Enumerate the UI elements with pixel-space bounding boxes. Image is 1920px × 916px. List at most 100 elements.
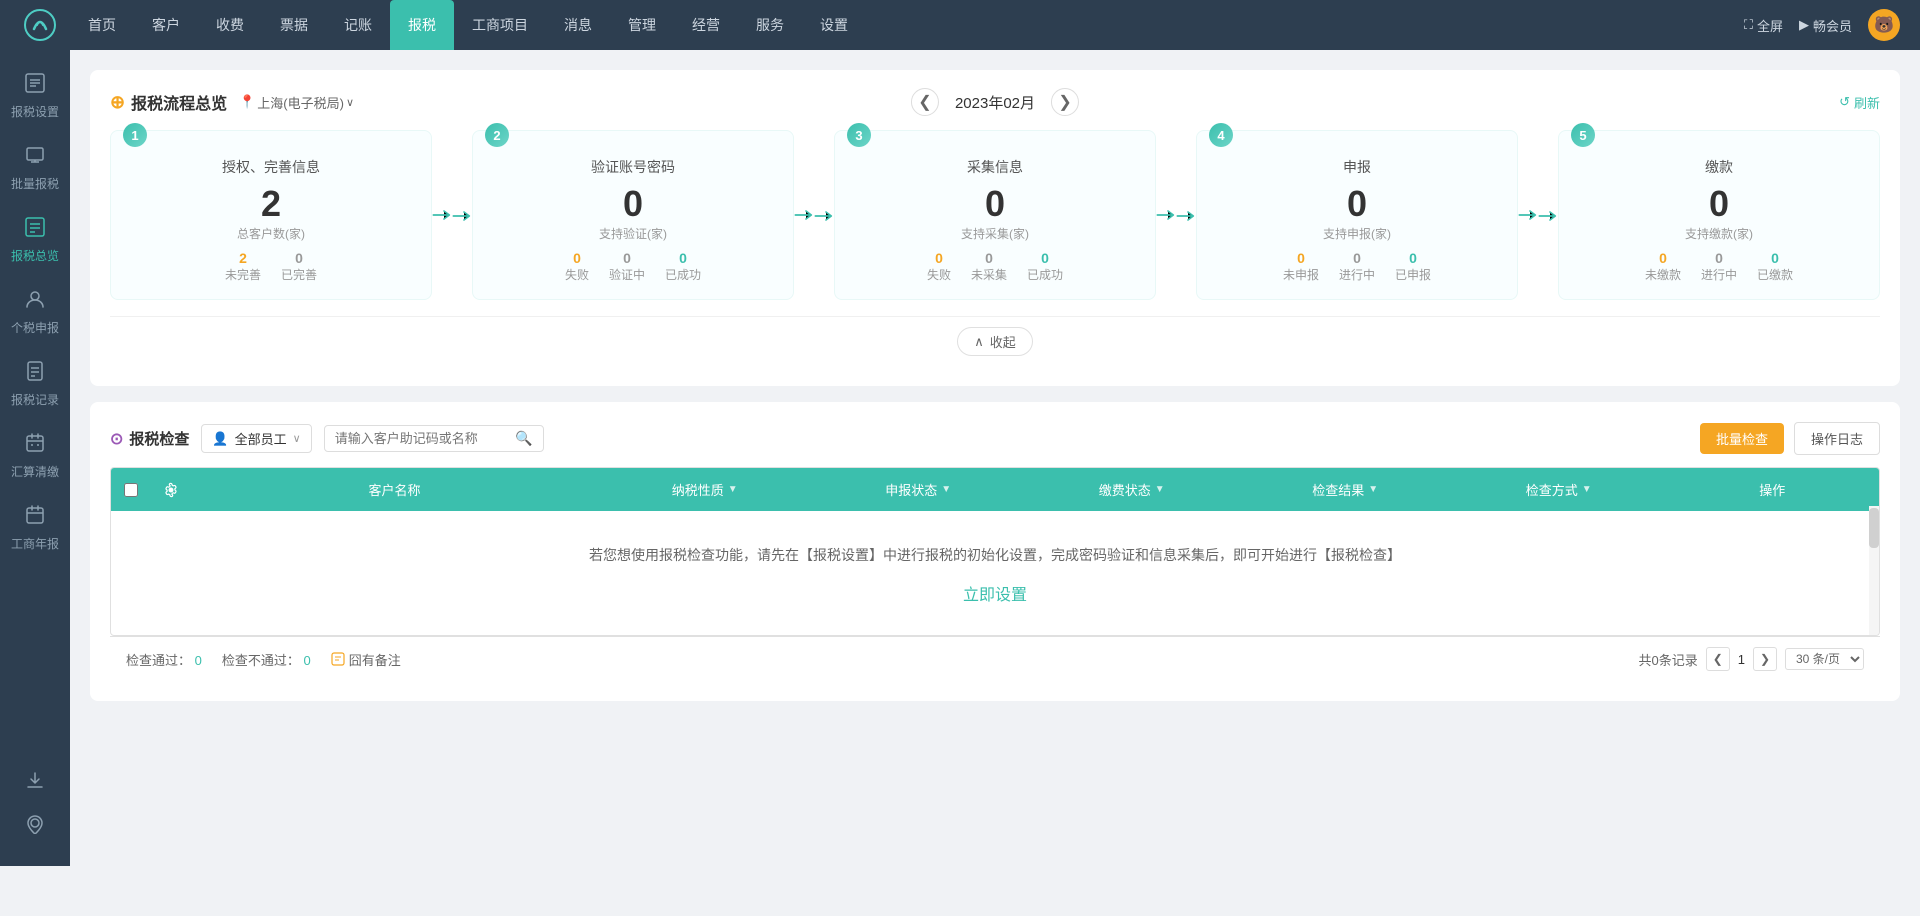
- clearance-icon: [24, 432, 46, 459]
- tax-record-icon: [24, 360, 46, 387]
- next-month-button[interactable]: ❯: [1051, 88, 1079, 116]
- filter-icon-2: ▼: [941, 484, 951, 495]
- employee-label: 全部员工: [235, 429, 287, 448]
- step-3-count: 0: [851, 183, 1139, 225]
- next-page-button[interactable]: ❯: [1753, 647, 1777, 671]
- step-3-val-0: 0: [935, 250, 943, 266]
- step-5-detail-1: 0 进行中: [1701, 250, 1737, 283]
- step-4-details: 0 未申报 0 进行中 0 已申报: [1213, 250, 1501, 283]
- search-input[interactable]: [335, 431, 516, 446]
- step-4-val-1: 0: [1353, 250, 1361, 266]
- th-checkbox[interactable]: [111, 468, 151, 511]
- nav-service[interactable]: 服务: [738, 0, 802, 50]
- setup-link[interactable]: 立即设置: [963, 587, 1027, 604]
- nav-bookkeeping[interactable]: 记账: [326, 0, 390, 50]
- sidebar-label-personal-tax: 个税申报: [11, 319, 59, 336]
- nav-operation[interactable]: 经营: [674, 0, 738, 50]
- sidebar-label-batch-tax: 批量报税: [11, 175, 59, 192]
- sidebar-item-tax-overview[interactable]: 报税总览: [0, 204, 70, 276]
- overview-header: ⊕ 报税流程总览 📍 上海(电子税局) ∨ ❮ 2023年02月 ❯ ↺ 刷新: [110, 90, 1880, 114]
- nav-tax[interactable]: 报税: [390, 0, 454, 50]
- dropdown-icon: ∨: [346, 96, 354, 109]
- flow-steps: 1 授权、完善信息 2 总客户数(家) 2 未完善 0 已完善: [110, 130, 1880, 300]
- refresh-button[interactable]: ↺ 刷新: [1839, 93, 1880, 112]
- nav-home[interactable]: 首页: [70, 0, 134, 50]
- batch-check-button[interactable]: 批量检查: [1700, 423, 1784, 454]
- nav-items: 首页 客户 收费 票据 记账 报税 工商项目 消息 管理 经营 服务 设置: [70, 0, 1744, 50]
- flow-step-2: 2 验证账号密码 0 支持验证(家) 0 失败 0 验证中 0 已成功: [472, 130, 794, 300]
- th-check-method[interactable]: 检查方式 ▼: [1452, 468, 1666, 511]
- tax-settings-icon: [24, 72, 46, 99]
- note-icon: [331, 652, 345, 666]
- flow-step-4: 4 申报 0 支持申报(家) 0 未申报 0 进行中 0 已申报: [1196, 130, 1518, 300]
- step-4-val-2: 0: [1409, 250, 1417, 266]
- top-right-actions: ⛶ 全屏 ▶ 畅会员 🐻: [1744, 9, 1920, 41]
- nav-message[interactable]: 消息: [546, 0, 610, 50]
- nav-settings[interactable]: 设置: [802, 0, 866, 50]
- step-1-sub: 总客户数(家): [127, 225, 415, 242]
- th-declare-status[interactable]: 申报状态 ▼: [812, 468, 1026, 511]
- refresh-icon: ↺: [1839, 94, 1850, 110]
- employee-select[interactable]: 👤 全部员工 ∨: [201, 424, 311, 453]
- main-content: ⊕ 报税流程总览 📍 上海(电子税局) ∨ ❮ 2023年02月 ❯ ↺ 刷新 …: [70, 50, 1920, 866]
- th-customer-name: 客户名称: [191, 468, 598, 511]
- fullscreen-icon: ⛶: [1744, 17, 1753, 33]
- arrow-2-3: [794, 130, 834, 300]
- th-tax-nature[interactable]: 纳税性质 ▼: [598, 468, 812, 511]
- table-footer: 检查通过： 0 检查不通过： 0 囧有备注 共0条记录: [110, 636, 1880, 681]
- sidebar-item-tax-settings[interactable]: 报税设置: [0, 60, 70, 132]
- nav-business[interactable]: 工商项目: [454, 0, 546, 50]
- step-4-count: 0: [1213, 183, 1501, 225]
- step-3-val-1: 0: [985, 250, 993, 266]
- footer-stats: 检查通过： 0 检查不通过： 0 囧有备注: [126, 650, 401, 669]
- nav-management[interactable]: 管理: [610, 0, 674, 50]
- sidebar-item-clearance[interactable]: 汇算清缴: [0, 420, 70, 492]
- prev-month-button[interactable]: ❮: [911, 88, 939, 116]
- avatar[interactable]: 🐻: [1868, 9, 1900, 41]
- step-3-val-2: 0: [1041, 250, 1049, 266]
- operation-log-button[interactable]: 操作日志: [1794, 422, 1880, 455]
- sidebar-item-personal-tax[interactable]: 个税申报: [0, 276, 70, 348]
- vip-button[interactable]: ▶ 畅会员: [1799, 16, 1852, 35]
- step-5-label-2: 已缴款: [1757, 266, 1793, 283]
- step-5-details: 0 未缴款 0 进行中 0 已缴款: [1575, 250, 1863, 283]
- location-tag[interactable]: 📍 上海(电子税局) ∨: [239, 93, 354, 112]
- nav-invoice[interactable]: 票据: [262, 0, 326, 50]
- sidebar-item-batch-tax[interactable]: 批量报税: [0, 132, 70, 204]
- step-3-details: 0 失败 0 未采集 0 已成功: [851, 250, 1139, 283]
- tax-overview-icon: [24, 216, 46, 243]
- search-icon[interactable]: 🔍: [515, 430, 532, 447]
- nav-fee[interactable]: 收费: [198, 0, 262, 50]
- left-sidebar: 报税设置 批量报税 报税总览 个税: [0, 50, 70, 866]
- sidebar-label-tax-settings: 报税设置: [11, 103, 59, 120]
- th-pay-status[interactable]: 缴费状态 ▼: [1025, 468, 1239, 511]
- sidebar-item-annual-report[interactable]: 工商年报: [0, 492, 70, 564]
- per-page-select[interactable]: 30 条/页: [1785, 648, 1864, 670]
- th-check-result[interactable]: 检查结果 ▼: [1239, 468, 1453, 511]
- sidebar-download[interactable]: [0, 758, 70, 802]
- select-all-checkbox[interactable]: [124, 483, 138, 497]
- sidebar-item-tax-record[interactable]: 报税记录: [0, 348, 70, 420]
- step-5-label-1: 进行中: [1701, 266, 1737, 283]
- sidebar-location[interactable]: [0, 802, 70, 846]
- collapse-icon: ∧: [974, 334, 984, 350]
- tax-check-title: ⊙ 报税检查: [110, 428, 189, 449]
- step-4-badge: 4: [1209, 123, 1233, 147]
- collapse-button[interactable]: ∧ 收起: [957, 327, 1033, 356]
- nav-customer[interactable]: 客户: [134, 0, 198, 50]
- first-page-button[interactable]: ❮: [1706, 647, 1730, 671]
- filter-icon-3: ▼: [1155, 484, 1165, 495]
- fullscreen-button[interactable]: ⛶ 全屏: [1744, 16, 1783, 35]
- step-5-badge: 5: [1571, 123, 1595, 147]
- step-1-details: 2 未完善 0 已完善: [127, 250, 415, 283]
- current-month: 2023年02月: [955, 92, 1035, 113]
- step-3-badge: 3: [847, 123, 871, 147]
- step-4-sub: 支持申报(家): [1213, 225, 1501, 242]
- download-icon: [25, 770, 45, 790]
- th-settings[interactable]: [151, 468, 191, 511]
- fail-count-link[interactable]: 0: [304, 653, 311, 668]
- pass-count-link[interactable]: 0: [195, 653, 202, 668]
- pass-stat: 检查通过： 0: [126, 650, 202, 669]
- app-logo: [10, 0, 70, 50]
- location-icon: 📍: [239, 94, 255, 110]
